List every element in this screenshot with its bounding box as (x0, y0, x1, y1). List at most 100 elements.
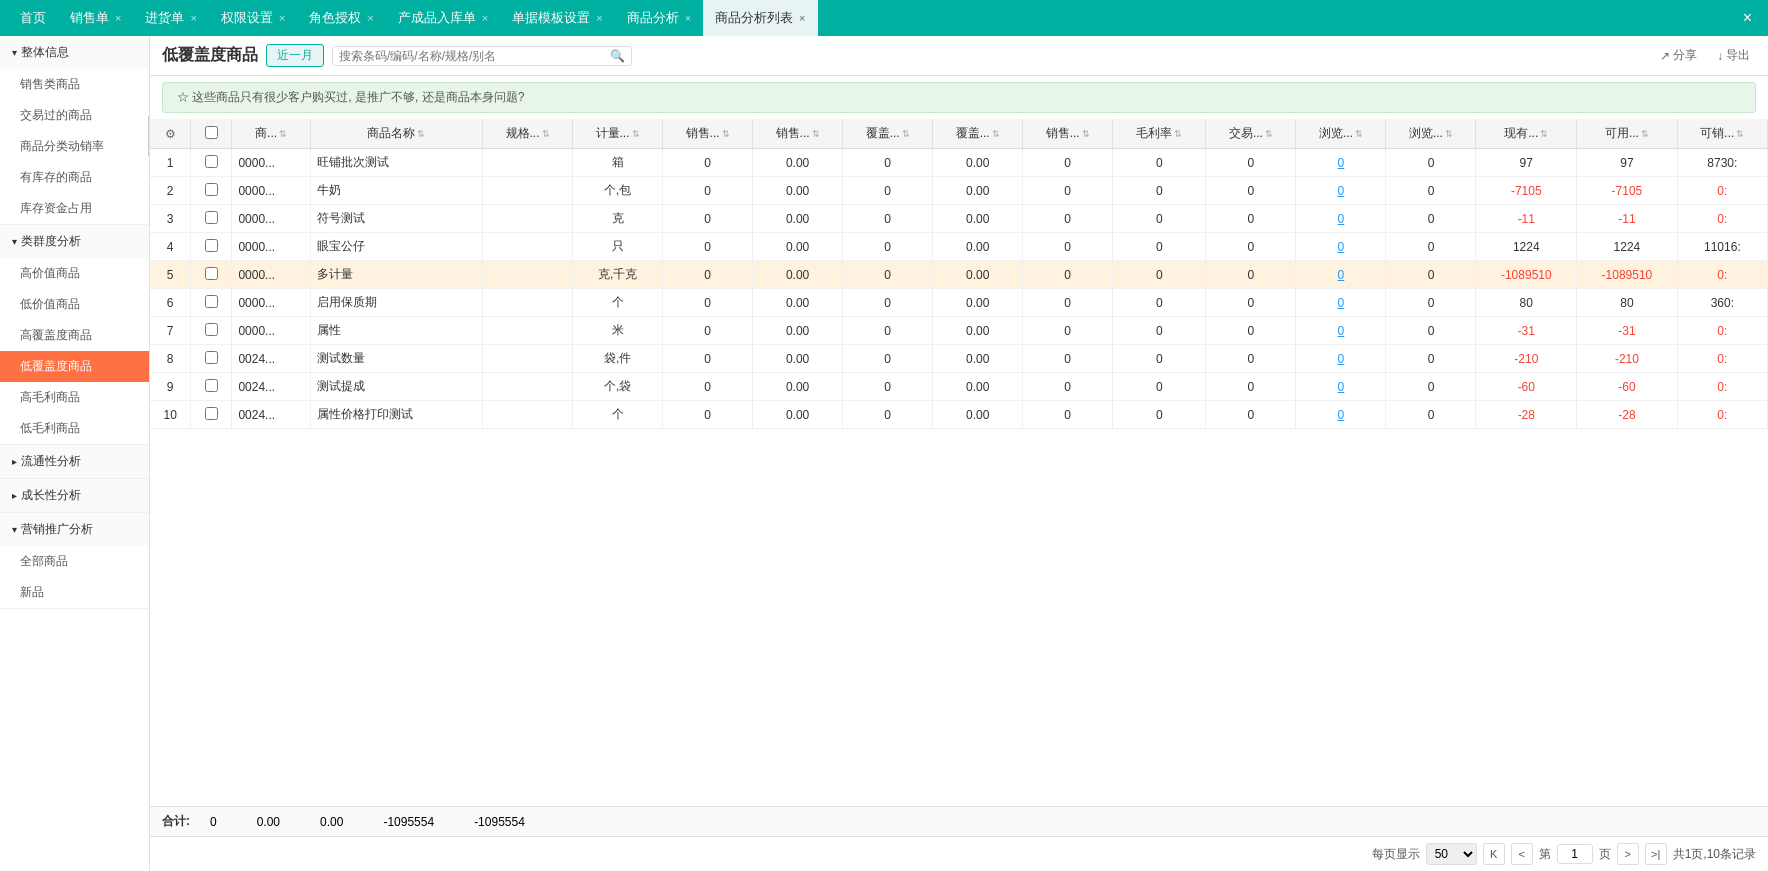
row-browse1[interactable]: 0 (1296, 373, 1386, 401)
sidebar-item-new-goods[interactable]: 新品 (0, 577, 149, 608)
sidebar-item-high-coverage[interactable]: 高覆盖度商品 (0, 320, 149, 351)
export-button[interactable]: ↓ 导出 (1711, 45, 1756, 66)
window-close-button[interactable]: × (1735, 9, 1760, 27)
column-gross-rate[interactable]: 毛利率⇅ (1113, 119, 1206, 149)
sidebar-item-sales-goods[interactable]: 销售类商品 (0, 69, 149, 100)
sidebar-section-cluster-title[interactable]: ▾ 类群度分析 (0, 225, 149, 258)
row-checkbox[interactable] (191, 205, 232, 233)
column-spec[interactable]: 规格...⇅ (483, 119, 573, 149)
column-browse1[interactable]: 浏览...⇅ (1296, 119, 1386, 149)
sidebar-item-high-margin[interactable]: 高毛利商品 (0, 382, 149, 413)
sidebar-item-high-value[interactable]: 高价值商品 (0, 258, 149, 289)
column-settings[interactable]: ⚙ (150, 119, 191, 149)
settings-icon[interactable]: ⚙ (165, 127, 176, 141)
row-browse1[interactable]: 0 (1296, 317, 1386, 345)
row-checkbox[interactable] (191, 289, 232, 317)
sidebar-section-growth-title[interactable]: ▸ 成长性分析 (0, 479, 149, 512)
row-browse1[interactable]: 0 (1296, 177, 1386, 205)
row-select-checkbox[interactable] (205, 379, 218, 392)
filter-recent-month-button[interactable]: 近一月 (266, 44, 324, 67)
sidebar-item-category-rate[interactable]: 商品分类动销率 (0, 131, 149, 162)
row-select-checkbox[interactable] (205, 183, 218, 196)
row-select-checkbox[interactable] (205, 351, 218, 364)
nav-purchase[interactable]: 进货单 × (133, 0, 208, 36)
nav-analysis-list-close[interactable]: × (799, 12, 805, 24)
next-page-button[interactable]: > (1617, 843, 1639, 865)
sidebar-item-low-margin[interactable]: 低毛利商品 (0, 413, 149, 444)
sidebar-section-marketing-title[interactable]: ▾ 营销推广分析 (0, 513, 149, 546)
column-unit[interactable]: 计量...⇅ (573, 119, 663, 149)
column-code[interactable]: 商...⇅ (232, 119, 310, 149)
column-coverage2[interactable]: 覆盖...⇅ (933, 119, 1023, 149)
row-browse1[interactable]: 0 (1296, 149, 1386, 177)
sidebar-item-low-coverage[interactable]: 低覆盖度商品 (0, 351, 149, 382)
row-checkbox[interactable] (191, 177, 232, 205)
row-checkbox[interactable] (191, 373, 232, 401)
search-input[interactable] (339, 49, 610, 63)
table-container[interactable]: ⚙ 商...⇅ 商品名称⇅ 规格...⇅ 计量...⇅ 销售...⇅ 销售...… (150, 119, 1768, 806)
row-checkbox[interactable] (191, 261, 232, 289)
nav-analysis[interactable]: 商品分析 × (615, 0, 703, 36)
sidebar-item-stock-goods[interactable]: 有库存的商品 (0, 162, 149, 193)
select-all-checkbox[interactable] (205, 126, 218, 139)
row-checkbox[interactable] (191, 149, 232, 177)
row-select-checkbox[interactable] (205, 211, 218, 224)
column-trade[interactable]: 交易...⇅ (1206, 119, 1296, 149)
nav-template[interactable]: 单据模板设置 × (500, 0, 614, 36)
page-number-input[interactable] (1557, 844, 1593, 864)
nav-permission-close[interactable]: × (279, 12, 285, 24)
sidebar-item-all-goods[interactable]: 全部商品 (0, 546, 149, 577)
search-box: 🔍 (332, 46, 632, 66)
column-available[interactable]: 可用...⇅ (1577, 119, 1678, 149)
nav-home[interactable]: 首页 (8, 0, 58, 36)
row-select-checkbox[interactable] (205, 267, 218, 280)
row-checkbox[interactable] (191, 401, 232, 429)
row-browse1[interactable]: 0 (1296, 261, 1386, 289)
sidebar-item-low-value[interactable]: 低价值商品 (0, 289, 149, 320)
column-sales-count[interactable]: 销售...⇅ (1023, 119, 1113, 149)
column-browse2[interactable]: 浏览...⇅ (1386, 119, 1476, 149)
row-select-checkbox[interactable] (205, 407, 218, 420)
nav-template-close[interactable]: × (596, 12, 602, 24)
column-sellable[interactable]: 可销...⇅ (1677, 119, 1767, 149)
row-checkbox[interactable] (191, 345, 232, 373)
nav-analysis-list[interactable]: 商品分析列表 × (703, 0, 817, 36)
column-name[interactable]: 商品名称⇅ (310, 119, 482, 149)
nav-product-entry[interactable]: 产成品入库单 × (386, 0, 500, 36)
column-current[interactable]: 现有...⇅ (1476, 119, 1577, 149)
column-sales-amount[interactable]: 销售...⇅ (753, 119, 843, 149)
page-size-select[interactable]: 50 20 100 (1426, 843, 1477, 865)
row-browse1[interactable]: 0 (1296, 401, 1386, 429)
row-checkbox[interactable] (191, 233, 232, 261)
row-browse1[interactable]: 0 (1296, 289, 1386, 317)
nav-permission[interactable]: 权限设置 × (209, 0, 297, 36)
row-select-checkbox[interactable] (205, 239, 218, 252)
share-button[interactable]: ↗ 分享 (1654, 45, 1703, 66)
row-browse1[interactable]: 0 (1296, 345, 1386, 373)
row-sales-qty: 0 (663, 317, 753, 345)
sidebar-section-general-title[interactable]: ▾ 整体信息 (0, 36, 149, 69)
column-sales-qty[interactable]: 销售...⇅ (663, 119, 753, 149)
row-select-checkbox[interactable] (205, 323, 218, 336)
row-select-checkbox[interactable] (205, 295, 218, 308)
row-select-checkbox[interactable] (205, 155, 218, 168)
column-coverage1[interactable]: 覆盖...⇅ (843, 119, 933, 149)
sidebar-item-stock-fund[interactable]: 库存资金占用 (0, 193, 149, 224)
nav-analysis-close[interactable]: × (685, 12, 691, 24)
nav-product-entry-close[interactable]: × (482, 12, 488, 24)
nav-sales-close[interactable]: × (115, 12, 121, 24)
row-gross-rate: 0 (1113, 233, 1206, 261)
first-page-button[interactable]: K (1483, 843, 1505, 865)
nav-purchase-close[interactable]: × (190, 12, 196, 24)
last-page-button[interactable]: >| (1645, 843, 1667, 865)
sidebar-section-flow-title[interactable]: ▸ 流通性分析 (0, 445, 149, 478)
row-checkbox[interactable] (191, 317, 232, 345)
nav-sales[interactable]: 销售单 × (58, 0, 133, 36)
prev-page-button[interactable]: < (1511, 843, 1533, 865)
row-browse1[interactable]: 0 (1296, 205, 1386, 233)
nav-role[interactable]: 角色授权 × (297, 0, 385, 36)
sidebar-item-traded-goods[interactable]: 交易过的商品 (0, 100, 149, 131)
row-browse1[interactable]: 0 (1296, 233, 1386, 261)
column-checkbox[interactable] (191, 119, 232, 149)
nav-role-close[interactable]: × (367, 12, 373, 24)
